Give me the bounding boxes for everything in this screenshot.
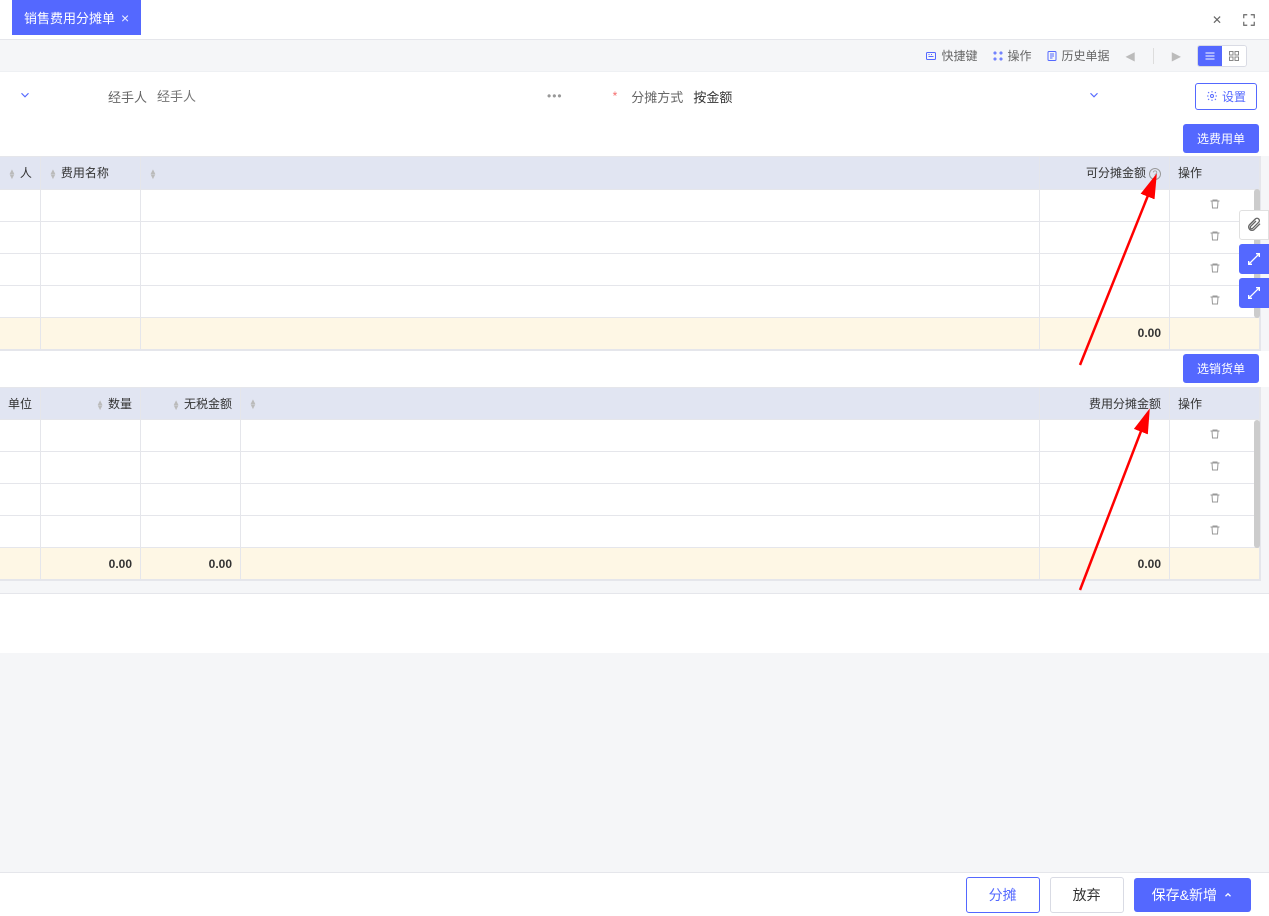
col-qty[interactable]: ▲▼数量 [41, 388, 141, 420]
tab-sales-expense[interactable]: 销售费用分摊单 × [12, 0, 141, 35]
view-list-icon[interactable] [1198, 46, 1222, 66]
select-expense-bar: 选费用单 [0, 120, 1269, 156]
table-row[interactable] [0, 452, 1260, 484]
prev-record-icon[interactable]: ◀ [1124, 49, 1137, 63]
col-expense-name[interactable]: ▲▼费用名称 [40, 157, 140, 189]
discard-button[interactable]: 放弃 [1050, 877, 1124, 913]
delete-icon[interactable] [1209, 525, 1221, 539]
view-toggle [1197, 45, 1247, 67]
save-new-label: 保存&新增 [1152, 885, 1217, 905]
delete-icon[interactable] [1209, 231, 1221, 245]
method-chevron-down-icon[interactable] [1083, 88, 1105, 105]
notes-area[interactable] [0, 593, 1269, 653]
delete-icon[interactable] [1209, 429, 1221, 443]
sum-alloc: 0.00 [1040, 548, 1170, 580]
side-tools [1239, 210, 1269, 308]
attachment-icon[interactable] [1239, 210, 1269, 240]
sales-table: 单位 ▲▼数量 ▲▼无税金额 ▲▼ 费用分摊金额 操作 0.000.000.00 [0, 387, 1261, 582]
required-mark: * [613, 89, 618, 103]
col-blank[interactable]: ▲▼ [140, 157, 1039, 189]
toolbar: 快捷键 操作 历史单据 ◀ ▶ [0, 40, 1269, 72]
table-row[interactable] [0, 285, 1260, 317]
more-icon[interactable]: ••• [547, 89, 563, 103]
form-row: 经手人 ••• * 分摊方式 按金额 设置 [0, 72, 1269, 120]
view-card-icon[interactable] [1222, 46, 1246, 66]
table-row[interactable] [0, 221, 1260, 253]
help-icon[interactable]: ? [1149, 168, 1161, 180]
col-blank2[interactable]: ▲▼ [241, 388, 1040, 420]
history-label: 历史单据 [1062, 47, 1110, 64]
fullscreen-icon[interactable] [1235, 6, 1263, 34]
col-person[interactable]: ▲▼人 [0, 157, 40, 189]
delete-icon[interactable] [1209, 493, 1221, 507]
expand-icon-2[interactable] [1239, 278, 1269, 308]
chevron-down-icon[interactable] [14, 88, 36, 105]
chevron-up-icon [1223, 890, 1233, 900]
bottom-action-bar: 分摊 放弃 保存&新增 [0, 872, 1269, 916]
delete-icon[interactable] [1209, 295, 1221, 309]
shortcut-label: 快捷键 [941, 47, 977, 64]
separator [1153, 48, 1154, 64]
sum-qty: 0.00 [41, 548, 141, 580]
allocate-button[interactable]: 分摊 [966, 877, 1040, 913]
operation-label: 操作 [1008, 47, 1032, 64]
shortcut-button[interactable]: 快捷键 [925, 47, 977, 64]
table-row[interactable] [0, 189, 1260, 221]
handler-field: 经手人 ••• [108, 87, 563, 106]
close-icon[interactable]: ✕ [1203, 6, 1231, 34]
col-allocatable-amount[interactable]: 可分摊金额? [1040, 157, 1170, 189]
settings-button[interactable]: 设置 [1195, 83, 1257, 110]
col-operation2: 操作 [1170, 388, 1260, 420]
gap [0, 581, 1269, 593]
tab-title: 销售费用分摊单 [24, 8, 115, 27]
table-row[interactable] [0, 484, 1260, 516]
table-row[interactable] [0, 516, 1260, 548]
delete-icon[interactable] [1209, 263, 1221, 277]
save-new-button[interactable]: 保存&新增 [1134, 878, 1251, 912]
method-field: * 分摊方式 按金额 [613, 87, 1106, 106]
tab-bar: 销售费用分摊单 × [0, 0, 1269, 40]
window-controls: ✕ [1203, 6, 1263, 34]
select-sales-bar: 选销货单 [0, 351, 1269, 387]
table-row[interactable] [0, 420, 1260, 452]
expense-table: ▲▼人 ▲▼费用名称 ▲▼ 可分摊金额? 操作 0.00 [0, 156, 1261, 351]
col-unit[interactable]: 单位 [0, 388, 41, 420]
delete-icon[interactable] [1209, 461, 1221, 475]
method-value[interactable]: 按金额 [693, 87, 1073, 106]
settings-label: 设置 [1222, 88, 1246, 105]
select-expense-button[interactable]: 选费用单 [1183, 124, 1259, 153]
operation-button[interactable]: 操作 [992, 47, 1032, 64]
sum-amount: 0.00 [1040, 317, 1170, 349]
sum-notax: 0.00 [141, 548, 241, 580]
summary-row: 0.000.000.00 [0, 548, 1260, 580]
summary-row: 0.00 [0, 317, 1260, 349]
col-alloc-amount[interactable]: 费用分摊金额 [1040, 388, 1170, 420]
next-record-icon[interactable]: ▶ [1170, 49, 1183, 63]
handler-label: 经手人 [108, 87, 147, 106]
col-operation: 操作 [1170, 157, 1260, 189]
select-sales-button[interactable]: 选销货单 [1183, 354, 1259, 383]
expand-icon[interactable] [1239, 244, 1269, 274]
col-notax[interactable]: ▲▼无税金额 [141, 388, 241, 420]
tab-close-icon[interactable]: × [121, 10, 129, 26]
handler-input[interactable] [157, 89, 537, 104]
delete-icon[interactable] [1209, 199, 1221, 213]
method-label: 分摊方式 [631, 87, 683, 106]
scrollbar[interactable] [1254, 420, 1260, 549]
history-button[interactable]: 历史单据 [1046, 47, 1110, 64]
table-row[interactable] [0, 253, 1260, 285]
